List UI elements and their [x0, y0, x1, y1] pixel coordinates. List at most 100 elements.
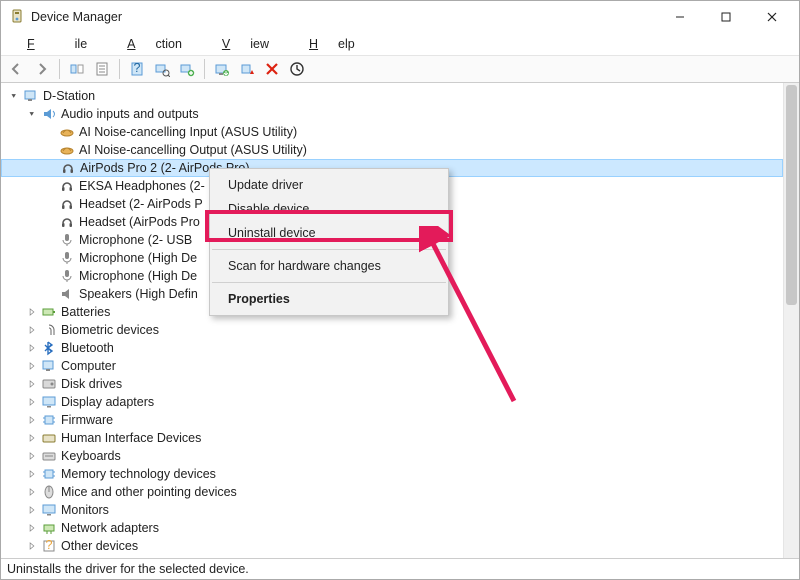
menu-disable-device[interactable]: Disable device: [210, 197, 448, 221]
device-icon: [59, 142, 75, 158]
scrollbar-thumb[interactable]: [786, 85, 797, 305]
tree-category-item[interactable]: Keyboards: [1, 447, 783, 465]
disable-device-icon[interactable]: [235, 57, 259, 81]
tree-category-item[interactable]: ? Other devices: [1, 537, 783, 555]
expand-collapse-icon[interactable]: [25, 539, 39, 553]
expand-collapse-icon[interactable]: [25, 503, 39, 517]
scan-hardware-icon[interactable]: [150, 57, 174, 81]
vertical-scrollbar[interactable]: [783, 83, 799, 558]
menu-action-label: ction: [146, 35, 192, 53]
tree-label: Biometric devices: [61, 323, 159, 337]
expand-collapse-icon[interactable]: [25, 395, 39, 409]
device-icon: ?: [41, 538, 57, 554]
device-icon: [41, 430, 57, 446]
expand-collapse-icon[interactable]: [25, 323, 39, 337]
help-icon[interactable]: ?: [125, 57, 149, 81]
update-driver-icon[interactable]: [210, 57, 234, 81]
menu-uninstall-device[interactable]: Uninstall device: [210, 221, 448, 245]
menu-properties[interactable]: Properties: [210, 287, 448, 311]
menu-action[interactable]: Action: [107, 33, 202, 55]
menu-file[interactable]: File: [7, 33, 107, 55]
status-text: Uninstalls the driver for the selected d…: [7, 562, 249, 576]
menu-view-label: iew: [240, 35, 279, 53]
tree-category-item[interactable]: Biometric devices: [1, 321, 783, 339]
uninstall-device-icon[interactable]: [260, 57, 284, 81]
device-icon: [60, 160, 76, 176]
tree-label: Other devices: [61, 539, 138, 553]
add-legacy-icon[interactable]: [175, 57, 199, 81]
device-icon: [41, 376, 57, 392]
expand-collapse-icon[interactable]: [25, 359, 39, 373]
tree-label: Memory technology devices: [61, 467, 216, 481]
show-hide-console-icon[interactable]: [65, 57, 89, 81]
tree-category-item[interactable]: Display adapters: [1, 393, 783, 411]
device-icon: [59, 250, 75, 266]
tree-label: AI Noise-cancelling Output (ASUS Utility…: [79, 143, 307, 157]
expand-collapse-icon[interactable]: [25, 467, 39, 481]
tree-label: Human Interface Devices: [61, 431, 201, 445]
menu-help[interactable]: Help: [289, 33, 375, 55]
tree-category-audio[interactable]: Audio inputs and outputs: [1, 105, 783, 123]
maximize-button[interactable]: [703, 1, 749, 33]
properties-icon[interactable]: [90, 57, 114, 81]
device-icon: [59, 196, 75, 212]
menu-scan-hardware[interactable]: Scan for hardware changes: [210, 254, 448, 278]
tree-label: D-Station: [43, 89, 95, 103]
twisty-spacer: [43, 125, 57, 139]
expand-collapse-icon[interactable]: [25, 377, 39, 391]
tree-category-item[interactable]: Human Interface Devices: [1, 429, 783, 447]
tree-category-item[interactable]: Firmware: [1, 411, 783, 429]
tree-label: Headset (AirPods Pro: [79, 215, 200, 229]
twisty-spacer: [44, 161, 58, 175]
device-icon: [41, 304, 57, 320]
expand-collapse-icon[interactable]: [25, 341, 39, 355]
expand-collapse-icon[interactable]: [7, 89, 21, 103]
minimize-button[interactable]: [657, 1, 703, 33]
tree-category-item[interactable]: Computer: [1, 357, 783, 375]
expand-collapse-icon[interactable]: [25, 485, 39, 499]
tree-category-item[interactable]: Memory technology devices: [1, 465, 783, 483]
tree-root-node[interactable]: D-Station: [1, 87, 783, 105]
tree-device-item[interactable]: AI Noise-cancelling Output (ASUS Utility…: [1, 141, 783, 159]
tree-category-item[interactable]: Disk drives: [1, 375, 783, 393]
device-icon: [59, 268, 75, 284]
expand-collapse-icon[interactable]: [25, 449, 39, 463]
forward-button[interactable]: [30, 57, 54, 81]
close-button[interactable]: [749, 1, 795, 33]
context-separator: [212, 282, 446, 283]
status-bar: Uninstalls the driver for the selected d…: [1, 559, 799, 579]
back-button[interactable]: [5, 57, 29, 81]
device-icon: [41, 358, 57, 374]
action-icon[interactable]: [285, 57, 309, 81]
svg-text:?: ?: [134, 61, 141, 75]
tree-label: Monitors: [61, 503, 109, 517]
device-tree[interactable]: D-Station Audio inputs and outputs AI Nois…: [1, 83, 783, 558]
device-icon: [41, 412, 57, 428]
tree-category-item[interactable]: Bluetooth: [1, 339, 783, 357]
tree-label: EKSA Headphones (2-: [79, 179, 205, 193]
device-icon: [41, 322, 57, 338]
expand-collapse-icon[interactable]: [25, 413, 39, 427]
tree-category-item[interactable]: Monitors: [1, 501, 783, 519]
device-icon: [41, 106, 57, 122]
expand-collapse-icon[interactable]: [25, 521, 39, 535]
device-icon: [59, 214, 75, 230]
tree-category-item[interactable]: Mice and other pointing devices: [1, 483, 783, 501]
device-icon: [41, 520, 57, 536]
tree-label: AI Noise-cancelling Input (ASUS Utility): [79, 125, 297, 139]
expand-collapse-icon[interactable]: [25, 431, 39, 445]
twisty-spacer: [43, 233, 57, 247]
device-icon: [41, 466, 57, 482]
tree-label: Disk drives: [61, 377, 122, 391]
toolbar: ?: [1, 55, 799, 83]
tree-device-item[interactable]: AI Noise-cancelling Input (ASUS Utility): [1, 123, 783, 141]
twisty-spacer: [43, 215, 57, 229]
context-menu: Update driver Disable device Uninstall d…: [209, 168, 449, 316]
tree-label: Firmware: [61, 413, 113, 427]
device-icon: [41, 502, 57, 518]
menu-update-driver[interactable]: Update driver: [210, 173, 448, 197]
expand-collapse-icon[interactable]: [25, 107, 39, 121]
menu-view[interactable]: View: [202, 33, 289, 55]
tree-category-item[interactable]: Network adapters: [1, 519, 783, 537]
expand-collapse-icon[interactable]: [25, 305, 39, 319]
